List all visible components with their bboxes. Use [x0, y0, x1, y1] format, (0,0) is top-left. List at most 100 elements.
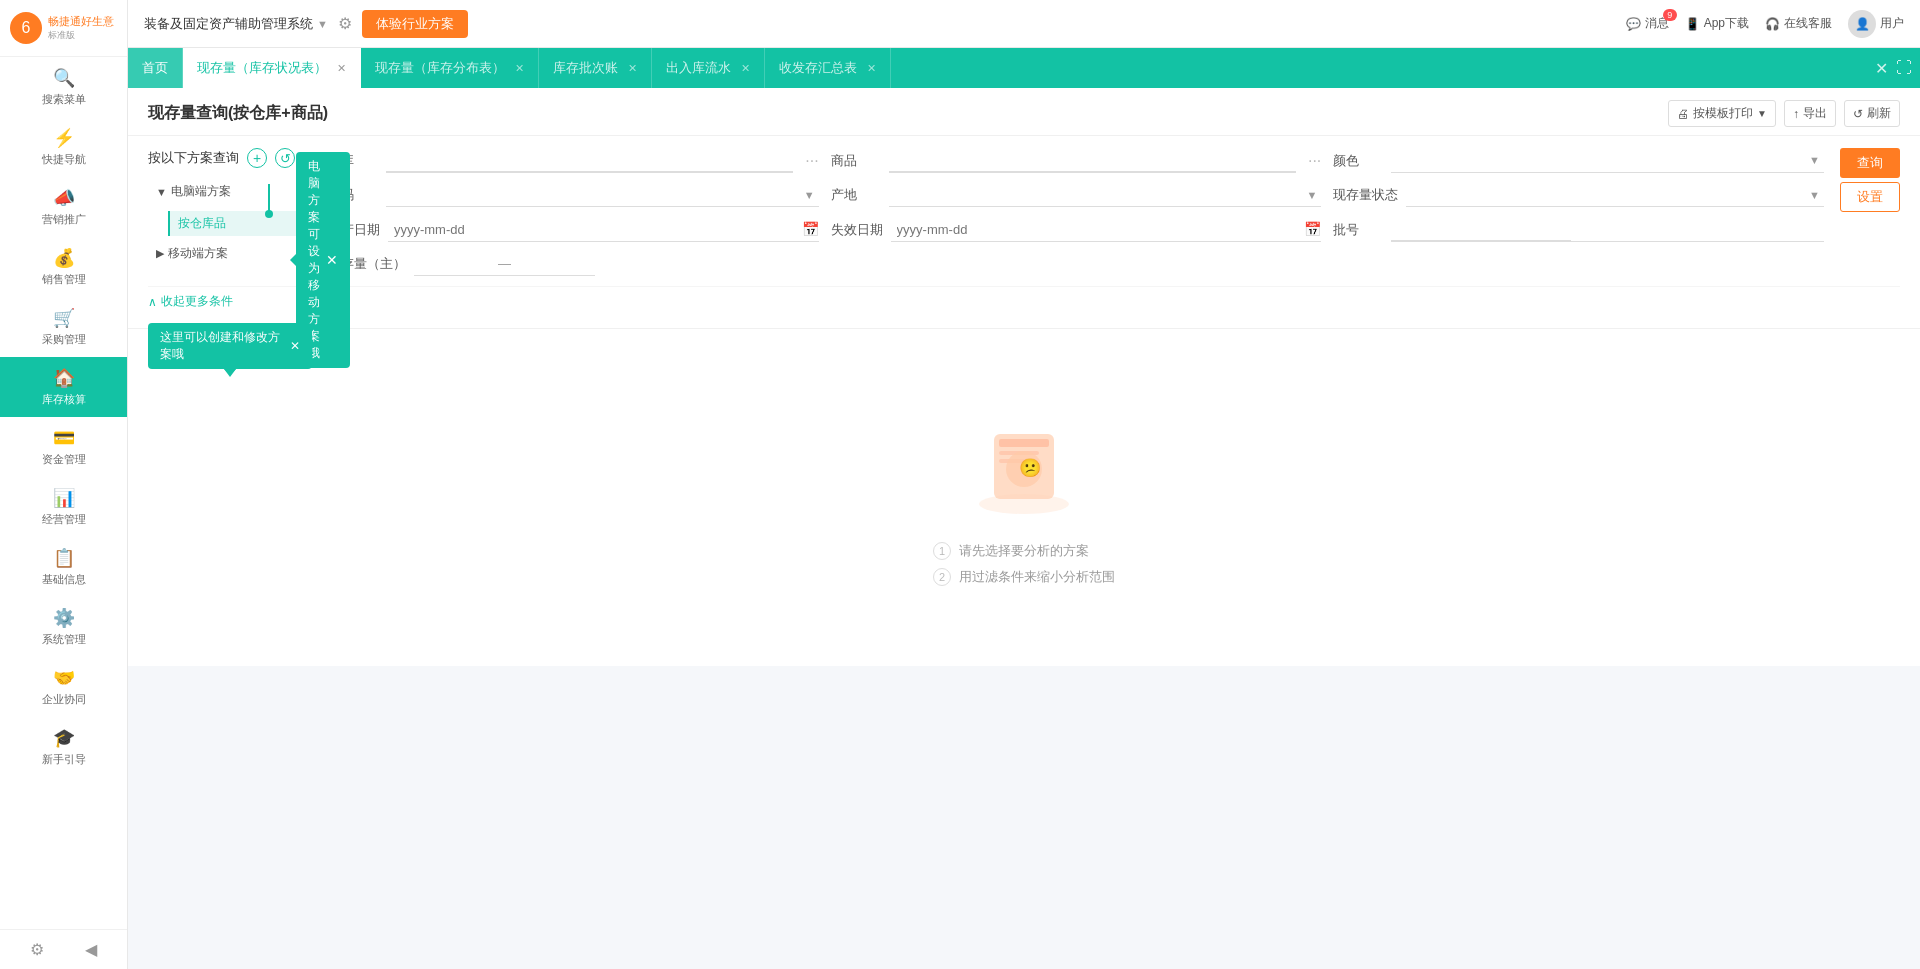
desktop-scheme-sub: 按仓库品 — [148, 211, 312, 236]
expire-date-input[interactable] — [891, 218, 1305, 241]
sidebar-item-system[interactable]: ⚙️系统管理 — [0, 597, 127, 657]
tab-home[interactable]: 首页 — [128, 48, 183, 88]
filter-row-4: 现存量（主） — — [328, 252, 1824, 276]
main-content: 装备及固定资产辅助管理系统 ▼ ⚙ 体验行业方案 💬 消息 9 📱 App下载 … — [128, 0, 1920, 969]
prod-date-input[interactable] — [388, 218, 802, 241]
app-download-item[interactable]: 📱 App下载 — [1685, 15, 1749, 32]
sidebar-item-stock[interactable]: 🏠库存核算 — [0, 357, 127, 417]
sidebar-item-guide[interactable]: 🎓新手引导 — [0, 717, 127, 777]
tip-2-num: 2 — [933, 568, 951, 586]
search-buttons: 查询 设置 — [1840, 148, 1900, 212]
notification-item[interactable]: 💬 消息 9 — [1626, 15, 1669, 32]
stock-qty-max-input[interactable] — [515, 252, 595, 275]
batch-label: 批号 — [1333, 221, 1383, 239]
sidebar-label-system: 系统管理 — [42, 632, 86, 647]
sidebar-label-finance: 资金管理 — [42, 452, 86, 467]
color-label: 颜色 — [1333, 152, 1383, 170]
reset-button[interactable]: 设置 — [1840, 182, 1900, 212]
export-button[interactable]: ↑ 导出 — [1784, 100, 1836, 127]
close-tab-collect[interactable]: ✕ — [867, 62, 876, 75]
sidebar-item-management[interactable]: 📊经营管理 — [0, 477, 127, 537]
close-scheme-tooltip[interactable]: ✕ — [326, 252, 338, 268]
sidebar-label-management: 经营管理 — [42, 512, 86, 527]
svg-text:😕: 😕 — [1019, 457, 1042, 479]
sidebar-item-purchase[interactable]: 🛒采购管理 — [0, 297, 127, 357]
industry-plan-button[interactable]: 体验行业方案 — [362, 10, 468, 38]
warehouse-input[interactable] — [386, 148, 793, 172]
goods-input[interactable] — [889, 148, 1296, 172]
online-support-item[interactable]: 🎧 在线客服 — [1765, 15, 1832, 32]
filter-batch: 批号 — [1333, 217, 1824, 242]
system-selector[interactable]: 装备及固定资产辅助管理系统 ▼ — [144, 15, 328, 33]
refresh-scheme-button[interactable]: ↺ — [275, 148, 295, 168]
user-item[interactable]: 👤 用户 — [1848, 10, 1904, 38]
sidebar-label-stock: 库存核算 — [42, 392, 86, 407]
tab-stock-status[interactable]: 现存量（库存状况表） ✕ — [183, 48, 361, 88]
sidebar-item-marketing[interactable]: 📣营销推广 — [0, 177, 127, 237]
color-select[interactable] — [1391, 149, 1824, 172]
tab-label-home: 首页 — [142, 59, 168, 77]
close-tab-inout[interactable]: ✕ — [741, 62, 750, 75]
app-edition: 标准版 — [48, 29, 114, 42]
purchase-icon: 🛒 — [53, 307, 75, 329]
tip-2-text: 用过滤条件来缩小分析范围 — [959, 568, 1115, 586]
sidebar-item-nav[interactable]: ⚡快捷导航 — [0, 117, 127, 177]
connector-dot — [265, 210, 273, 218]
header-settings-icon[interactable]: ⚙ — [338, 14, 352, 33]
close-edit-tooltip[interactable]: ✕ — [290, 339, 300, 353]
prod-date-calendar-icon[interactable]: 📅 — [802, 221, 819, 237]
close-tab-stock-dist[interactable]: ✕ — [515, 62, 524, 75]
goods-input-wrapper — [889, 148, 1296, 173]
desktop-scheme-item[interactable]: 按仓库品 — [168, 211, 312, 236]
sidebar-item-enterprise[interactable]: 🤝企业协同 — [0, 657, 127, 717]
sidebar-item-finance[interactable]: 💳资金管理 — [0, 417, 127, 477]
origin-select[interactable] — [889, 183, 1322, 206]
user-avatar: 👤 — [1848, 10, 1876, 38]
stock-status-select[interactable] — [1406, 183, 1824, 206]
desktop-scheme-toggle[interactable]: ▼ 电脑端方案 — [148, 178, 312, 205]
tab-collect[interactable]: 收发存汇总表✕ — [765, 48, 891, 88]
close-tab-stock-status[interactable]: ✕ — [337, 62, 346, 75]
print-button[interactable]: 🖨 按模板打印 ▼ — [1668, 100, 1776, 127]
tab-batch[interactable]: 库存批次账✕ — [539, 48, 652, 88]
page-content: 现存量查询(按仓库+商品) 🖨 按模板打印 ▼ ↑ 导出 ↺ 刷新 — [128, 88, 1920, 969]
export-icon: ↑ — [1793, 107, 1799, 121]
collapse-label: 收起更多条件 — [161, 293, 233, 310]
mobile-scheme-toggle[interactable]: ▶ 移动端方案 — [148, 240, 312, 267]
user-label: 用户 — [1880, 15, 1904, 32]
close-tab-batch[interactable]: ✕ — [628, 62, 637, 75]
stock-qty-min-input[interactable] — [414, 252, 494, 275]
settings-icon[interactable]: ⚙ — [30, 940, 44, 959]
sidebar-footer: ⚙ ◀ — [0, 929, 127, 969]
expand-tabs-icon[interactable]: ⛶ — [1896, 59, 1912, 77]
refresh-button[interactable]: ↺ 刷新 — [1844, 100, 1900, 127]
batch-input[interactable] — [1391, 217, 1571, 241]
batch-input-wrapper — [1391, 217, 1824, 242]
desktop-scheme-label: 电脑端方案 — [171, 183, 231, 200]
sidebar: 6 畅捷通好生意 标准版 🔍搜索菜单⚡快捷导航📣营销推广💰销售管理🛒采购管理🏠库… — [0, 0, 128, 969]
size-select[interactable] — [386, 183, 819, 206]
content-inner: 现存量查询(按仓库+商品) 🖨 按模板打印 ▼ ↑ 导出 ↺ 刷新 — [128, 88, 1920, 666]
tab-stock-dist[interactable]: 现存量（库存分布表）✕ — [361, 48, 539, 88]
add-scheme-button[interactable]: + — [247, 148, 267, 168]
warehouse-dots-icon[interactable]: ··· — [805, 152, 818, 170]
sidebar-label-nav: 快捷导航 — [42, 152, 86, 167]
query-button[interactable]: 查询 — [1840, 148, 1900, 178]
filter-origin: 产地 ▼ — [831, 183, 1322, 207]
tab-inout[interactable]: 出入库流水✕ — [652, 48, 765, 88]
sidebar-item-sales[interactable]: 💰销售管理 — [0, 237, 127, 297]
sidebar-label-search: 搜索菜单 — [42, 92, 86, 107]
close-all-tabs-icon[interactable]: ✕ — [1875, 59, 1888, 78]
tab-label-stock-status: 现存量（库存状况表） — [197, 59, 327, 77]
filter-prod-date: 生产日期 📅 — [328, 217, 819, 242]
tip-1-num: 1 — [933, 542, 951, 560]
sidebar-item-basic[interactable]: 📋基础信息 — [0, 537, 127, 597]
goods-dots-icon[interactable]: ··· — [1308, 152, 1321, 170]
expire-date-calendar-icon[interactable]: 📅 — [1304, 221, 1321, 237]
collapse-sidebar-icon[interactable]: ◀ — [85, 940, 97, 959]
collapse-button[interactable]: ∧ 收起更多条件 — [148, 293, 1900, 310]
filter-fields: 仓库 ··· 商品 ··· — [328, 148, 1824, 282]
logo-icon: 6 — [10, 12, 42, 44]
app-name: 畅捷通好生意 — [48, 14, 114, 28]
sidebar-item-search[interactable]: 🔍搜索菜单 — [0, 57, 127, 117]
